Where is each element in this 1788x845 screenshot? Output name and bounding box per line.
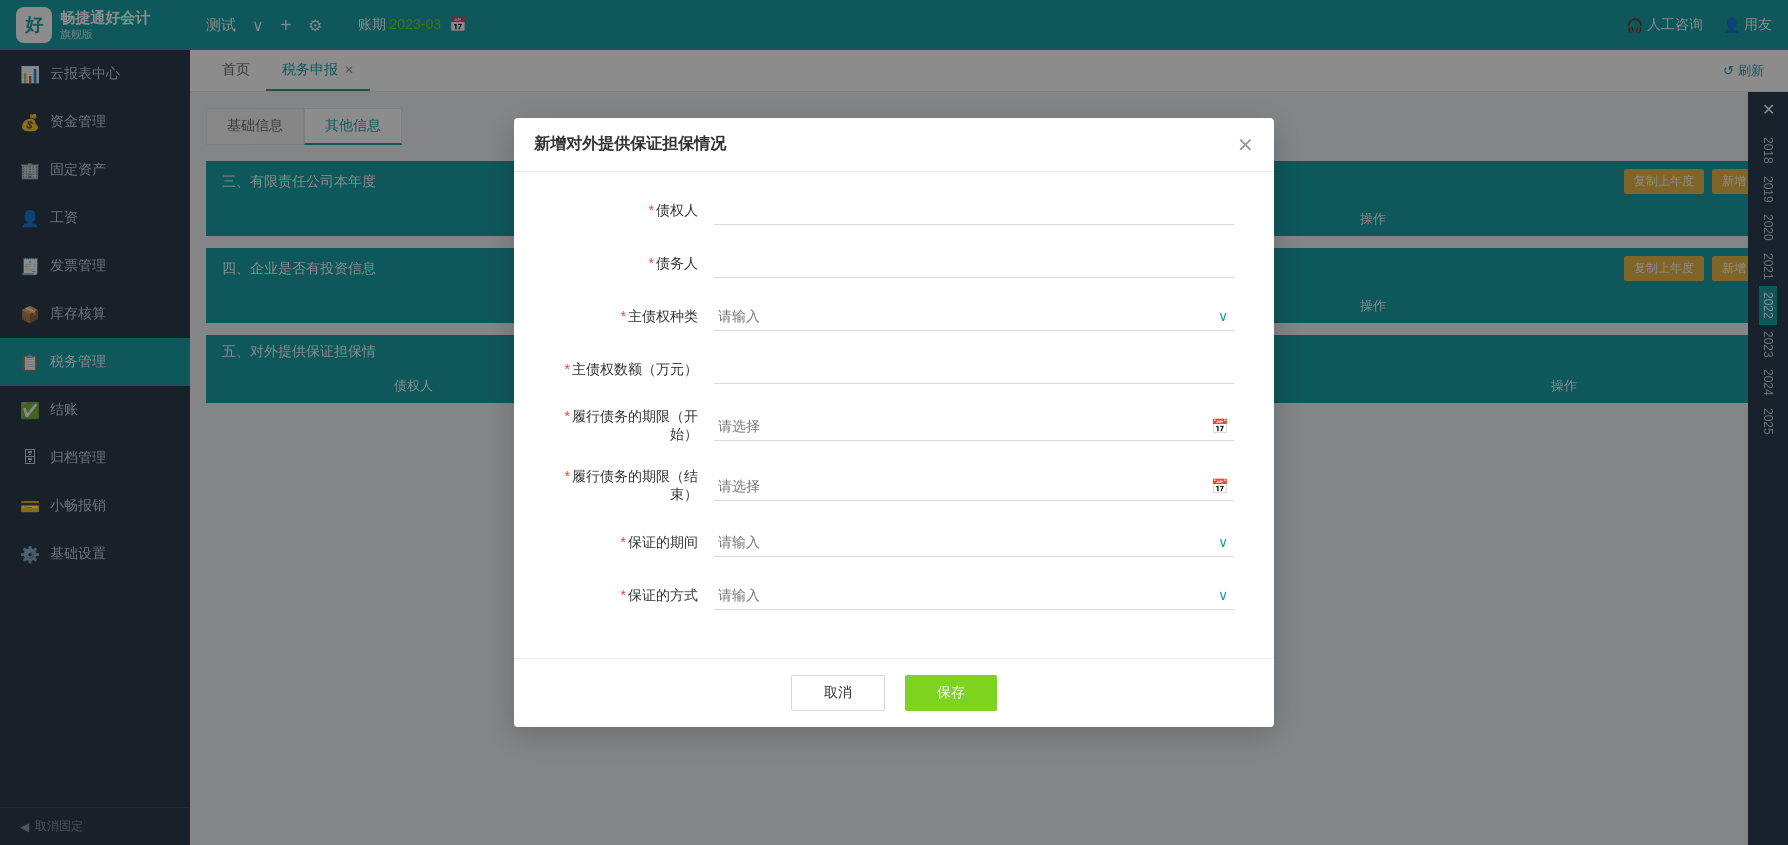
input-guarantee-method[interactable] — [714, 581, 1234, 609]
dialog-close-btn[interactable]: ✕ — [1237, 135, 1254, 155]
label-guarantee-method: *保证的方式 — [554, 587, 714, 605]
select-claim-type[interactable]: ∨ — [714, 302, 1234, 331]
dialog: 新增对外提供保证担保情况 ✕ *债权人 *债务人 *主债权种类 — [514, 118, 1274, 727]
input-period-start[interactable] — [714, 412, 1234, 440]
input-debtor[interactable] — [714, 249, 1234, 278]
form-row-guarantee-method: *保证的方式 ∨ — [554, 581, 1234, 610]
dialog-overlay[interactable]: 新增对外提供保证担保情况 ✕ *债权人 *债务人 *主债权种类 — [0, 0, 1788, 845]
form-row-creditor: *债权人 — [554, 196, 1234, 225]
input-claim-type[interactable] — [714, 302, 1234, 330]
select-guarantee-method[interactable]: ∨ — [714, 581, 1234, 610]
input-creditor[interactable] — [714, 196, 1234, 225]
select-guarantee-period[interactable]: ∨ — [714, 528, 1234, 557]
form-row-guarantee-period: *保证的期间 ∨ — [554, 528, 1234, 557]
cancel-button[interactable]: 取消 — [791, 675, 885, 711]
label-period-end: *履行债务的期限（结束） — [554, 468, 714, 504]
form-row-period-end: *履行债务的期限（结束） 📅 — [554, 468, 1234, 504]
dialog-title: 新增对外提供保证担保情况 — [534, 134, 1237, 155]
input-guarantee-period[interactable] — [714, 528, 1234, 556]
form-row-claim-type: *主债权种类 ∨ — [554, 302, 1234, 331]
date-period-start[interactable]: 📅 — [714, 412, 1234, 441]
input-period-end[interactable] — [714, 472, 1234, 500]
label-claim-amount: *主债权数额（万元） — [554, 361, 714, 379]
dialog-header: 新增对外提供保证担保情况 ✕ — [514, 118, 1274, 172]
dialog-body: *债权人 *债务人 *主债权种类 ∨ — [514, 172, 1274, 658]
input-claim-amount[interactable] — [714, 355, 1234, 384]
label-claim-type: *主债权种类 — [554, 308, 714, 326]
form-row-claim-amount: *主债权数额（万元） — [554, 355, 1234, 384]
save-button[interactable]: 保存 — [905, 675, 997, 711]
label-guarantee-period: *保证的期间 — [554, 534, 714, 552]
dialog-footer: 取消 保存 — [514, 658, 1274, 727]
label-period-start: *履行债务的期限（开始） — [554, 408, 714, 444]
label-debtor: *债务人 — [554, 255, 714, 273]
date-period-end[interactable]: 📅 — [714, 472, 1234, 501]
form-row-debtor: *债务人 — [554, 249, 1234, 278]
form-row-period-start: *履行债务的期限（开始） 📅 — [554, 408, 1234, 444]
label-creditor: *债权人 — [554, 202, 714, 220]
